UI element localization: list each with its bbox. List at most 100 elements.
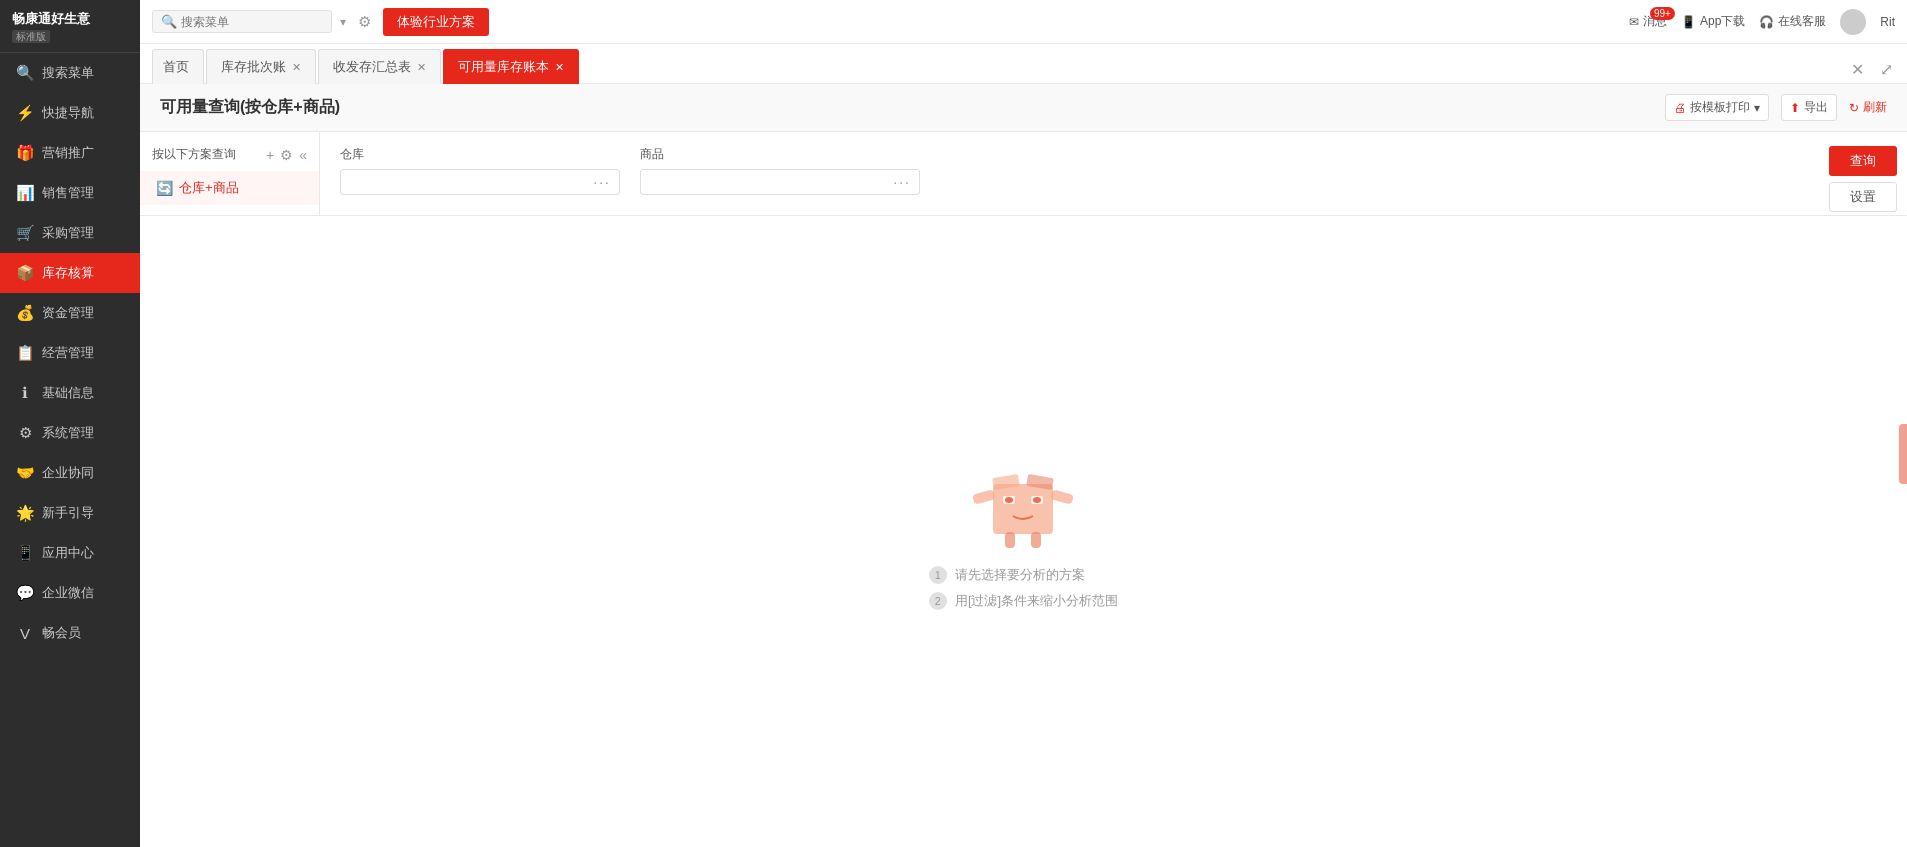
warehouse-more-icon[interactable]: ···: [593, 174, 611, 190]
sidebar-item-cooperation[interactable]: 🤝 企业协同: [0, 453, 140, 493]
sidebar-item-label-app-center: 应用中心: [42, 544, 94, 562]
tip-item-2: 2 用[过滤]条件来缩小分析范围: [929, 592, 1118, 610]
tabbar: 首页库存批次账✕收发存汇总表✕可用量库存账本✕ ✕ ⤢: [140, 44, 1907, 84]
tab-close-batch-ledger[interactable]: ✕: [292, 61, 301, 74]
sidebar-item-system[interactable]: ⚙系统管理: [0, 413, 140, 453]
app-download-button[interactable]: 📱 App下载: [1681, 13, 1745, 30]
print-button[interactable]: 🖨 按模板打印 ▾: [1665, 94, 1769, 121]
print-chevron-icon: ▾: [1754, 101, 1760, 115]
tab-home[interactable]: 首页: [152, 49, 204, 84]
sidebar-item-guide[interactable]: 🌟新手引导: [0, 493, 140, 533]
sidebar-item-purchase[interactable]: 🛒采购管理: [0, 213, 140, 253]
svg-rect-0: [993, 484, 1053, 534]
svg-rect-8: [1051, 489, 1075, 504]
warehouse-input[interactable]: [349, 175, 589, 189]
sidebar-item-member[interactable]: V 畅会员: [0, 613, 140, 653]
svg-rect-10: [1031, 532, 1041, 548]
expand-tab-icon[interactable]: ⤢: [1876, 56, 1897, 83]
online-service-button[interactable]: 🎧 在线客服: [1759, 13, 1826, 30]
page-header: 可用量查询(按仓库+商品) 🖨 按模板打印 ▾ ⬆ 导出 ↻ 刷新: [140, 84, 1907, 132]
right-scroll-hint: [1899, 424, 1907, 484]
add-scheme-icon[interactable]: +: [266, 147, 274, 163]
query-area: 按以下方案查询 + ⚙ « 🔄 仓库+商品 仓库 ···: [140, 132, 1907, 216]
query-button[interactable]: 查询: [1829, 146, 1897, 176]
system-icon: ⚙: [16, 424, 34, 442]
trial-button[interactable]: 体验行业方案: [383, 8, 489, 36]
wechat-icon: 💬: [16, 584, 34, 602]
query-sidebar: 按以下方案查询 + ⚙ « 🔄 仓库+商品: [140, 132, 320, 215]
tab-receipt-summary[interactable]: 收发存汇总表✕: [318, 49, 441, 84]
refresh-icon: ↻: [1849, 101, 1859, 115]
sidebar-item-label-guide: 新手引导: [42, 504, 94, 522]
product-input[interactable]: [649, 175, 889, 189]
sidebar-scroll: 🔍搜索菜单 ⚡ 快捷导航 🎁营销推广📊销售管理🛒采购管理📦库存核算💰资金管理📋经营管理…: [0, 53, 140, 847]
message-icon: ✉: [1629, 15, 1639, 29]
tab-close-available-ledger[interactable]: ✕: [555, 61, 564, 74]
sidebar-item-label-cooperation: 企业协同: [42, 464, 94, 482]
topbar: 🔍 ▾ ⚙ 体验行业方案 ✉ 消息 99+ 📱 App下载 🎧 在线客服 Rit: [140, 0, 1907, 44]
svg-rect-9: [1005, 532, 1015, 548]
export-icon: ⬆: [1790, 101, 1800, 115]
refresh-button[interactable]: ↻ 刷新: [1849, 99, 1887, 116]
sidebar-item-finance[interactable]: 💰资金管理: [0, 293, 140, 333]
sidebar-item-label-operations: 经营管理: [42, 344, 94, 362]
quick-nav-icon: ⚡: [16, 104, 34, 122]
sidebar-item-search[interactable]: 🔍搜索菜单: [0, 53, 140, 93]
tab-close-receipt-summary[interactable]: ✕: [417, 61, 426, 74]
marketing-icon: 🎁: [16, 144, 34, 162]
basics-icon: ℹ: [16, 384, 34, 402]
sidebar-item-sales[interactable]: 📊销售管理: [0, 173, 140, 213]
sidebar-item-basics[interactable]: ℹ基础信息: [0, 373, 140, 413]
sidebar-item-quick-nav[interactable]: ⚡ 快捷导航: [0, 93, 140, 133]
collapse-sidebar-icon[interactable]: «: [299, 147, 307, 163]
message-button[interactable]: ✉ 消息 99+: [1629, 13, 1667, 30]
print-label: 按模板打印: [1690, 99, 1750, 116]
username-label[interactable]: Rit: [1880, 15, 1895, 29]
product-field-group: 商品 ···: [640, 146, 920, 195]
sidebar-item-label-quick-nav: 快捷导航: [42, 104, 94, 122]
product-input-wrapper: ···: [640, 169, 920, 195]
scheme-icon: 🔄: [156, 180, 173, 196]
query-sidebar-actions: + ⚙ «: [266, 147, 307, 163]
member-icon: V: [16, 625, 34, 642]
close-tab-icon[interactable]: ✕: [1847, 56, 1868, 83]
product-more-icon[interactable]: ···: [893, 174, 911, 190]
search-input[interactable]: [181, 15, 311, 29]
sidebar-item-label-wechat: 企业微信: [42, 584, 94, 602]
sidebar-item-operations[interactable]: 📋经营管理: [0, 333, 140, 373]
export-button[interactable]: ⬆ 导出: [1781, 94, 1837, 121]
sidebar-item-label-finance: 资金管理: [42, 304, 94, 322]
scheme-label: 仓库+商品: [179, 179, 239, 197]
search-icon: 🔍: [161, 14, 177, 29]
scheme-item-warehouse-product[interactable]: 🔄 仓库+商品: [140, 171, 319, 205]
warehouse-field-group: 仓库 ···: [340, 146, 620, 195]
scheme-settings-icon[interactable]: ⚙: [280, 147, 293, 163]
sidebar-item-label-member: 畅会员: [42, 624, 81, 642]
sidebar-item-marketing[interactable]: 🎁营销推广: [0, 133, 140, 173]
inventory-icon: 📦: [16, 264, 34, 282]
app-name: 畅康通好生意: [12, 10, 128, 28]
svg-point-6: [1033, 497, 1041, 503]
page-title: 可用量查询(按仓库+商品): [160, 97, 340, 118]
query-fields: 仓库 ··· 商品 ···: [320, 132, 1829, 215]
sidebar-item-app-center[interactable]: 📱应用中心: [0, 533, 140, 573]
tabbar-actions: ✕ ⤢: [1837, 56, 1907, 83]
tip-text-2: 用[过滤]条件来缩小分析范围: [955, 592, 1118, 610]
tab-available-ledger[interactable]: 可用量库存账本✕: [443, 49, 579, 84]
main-area: 🔍 ▾ ⚙ 体验行业方案 ✉ 消息 99+ 📱 App下载 🎧 在线客服 Rit: [140, 0, 1907, 847]
warehouse-label: 仓库: [340, 146, 620, 163]
content-area: 1 请先选择要分析的方案 2 用[过滤]条件来缩小分析范围: [140, 216, 1907, 847]
settings-button[interactable]: 设置: [1829, 182, 1897, 212]
search-box[interactable]: 🔍: [152, 10, 332, 33]
search-chevron-icon[interactable]: ▾: [340, 15, 346, 29]
refresh-label: 刷新: [1863, 99, 1887, 116]
tab-batch-ledger[interactable]: 库存批次账✕: [206, 49, 316, 84]
empty-tips: 1 请先选择要分析的方案 2 用[过滤]条件来缩小分析范围: [929, 566, 1118, 610]
sidebar-item-wechat[interactable]: 💬 企业微信: [0, 573, 140, 613]
sidebar-logo: 畅康通好生意 标准版: [0, 0, 140, 53]
avatar[interactable]: [1840, 9, 1866, 35]
tab-label-home: 首页: [163, 58, 189, 76]
cooperation-icon: 🤝: [16, 464, 34, 482]
sidebar-item-inventory[interactable]: 📦库存核算: [0, 253, 140, 293]
topbar-gear-icon[interactable]: ⚙: [354, 9, 375, 35]
